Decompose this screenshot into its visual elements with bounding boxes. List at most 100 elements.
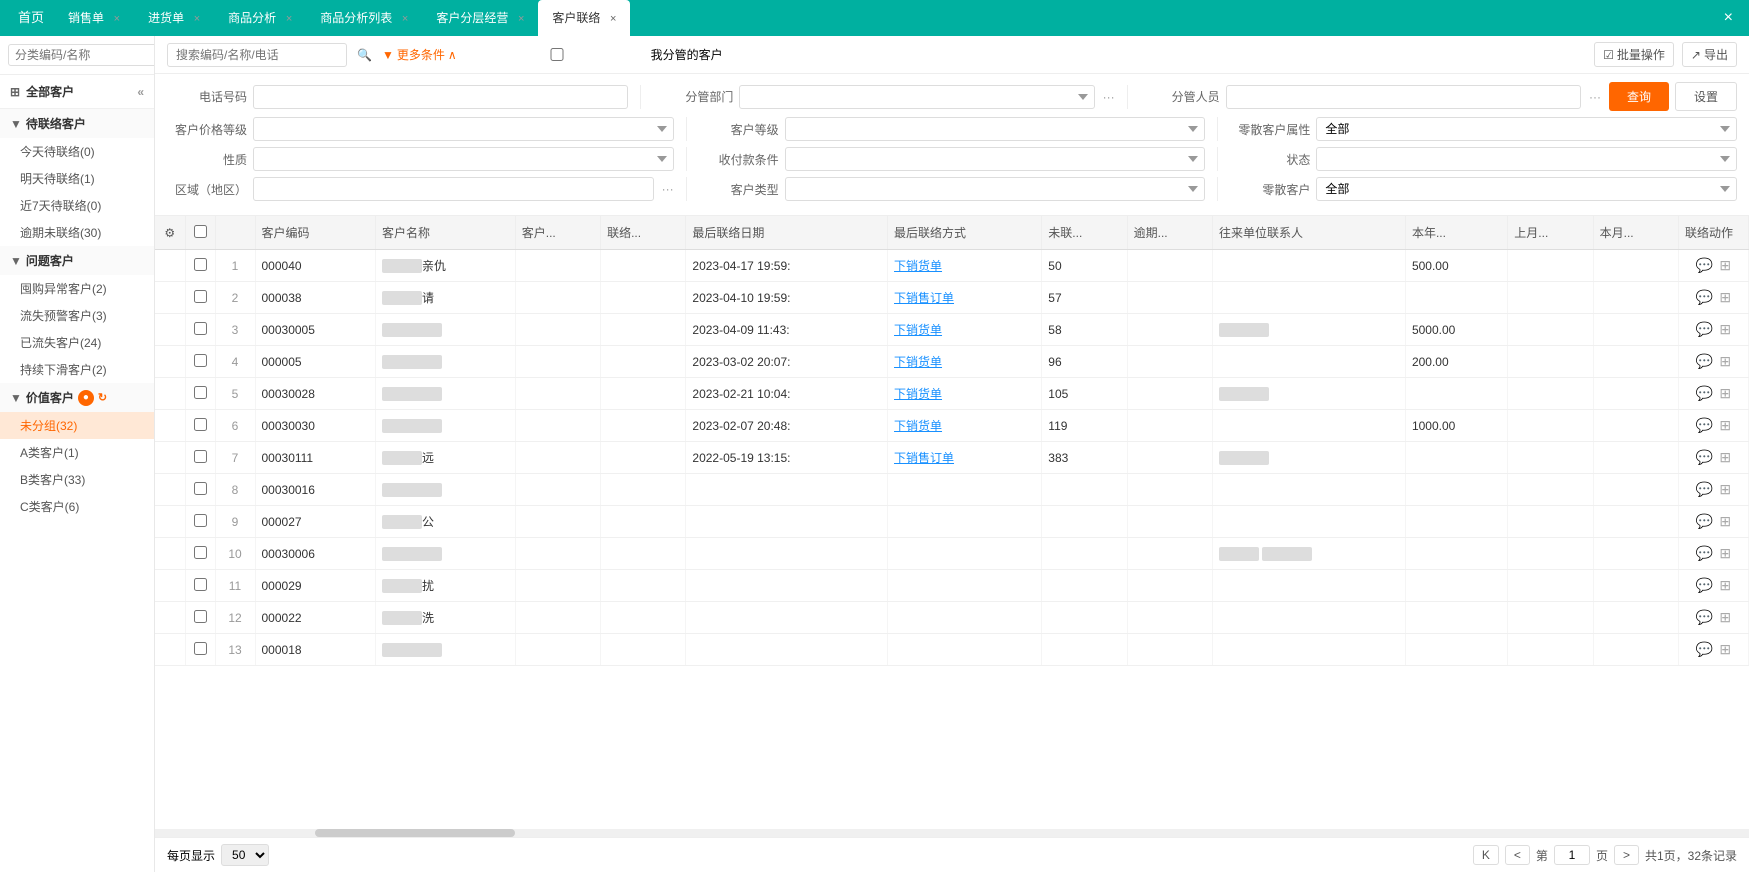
grid-action-icon[interactable]: ⊞ [1719,321,1731,338]
col-settings[interactable]: ⚙ [155,216,185,250]
tab-sales[interactable]: 销售单 × [54,0,134,36]
chat-icon[interactable]: 💬 [1696,577,1713,594]
grid-action-icon[interactable]: ⊞ [1719,289,1731,306]
sidebar-item-abnormal[interactable]: 囤购异常客户(2) [0,275,154,302]
horizontal-scrollbar[interactable] [155,829,1749,837]
cell-last-method[interactable]: 下销货单 [888,250,1042,282]
cell-checkbox[interactable] [185,410,215,442]
chat-icon[interactable]: 💬 [1696,353,1713,370]
grid-action-icon[interactable]: ⊞ [1719,545,1731,562]
price-level-select[interactable] [253,117,674,141]
chat-icon[interactable]: 💬 [1696,321,1713,338]
next-page-btn[interactable]: > [1614,845,1639,865]
chat-icon[interactable]: 💬 [1696,481,1713,498]
row-checkbox[interactable] [194,546,207,559]
sidebar-item-churned[interactable]: 已流失客户(24) [0,329,154,356]
filter-search-icon[interactable]: 🔍 [357,48,372,62]
customer-type-select[interactable] [785,177,1206,201]
dept-select[interactable] [739,85,1094,109]
tab-purchase-close[interactable]: × [194,13,200,25]
settings-icon[interactable]: ⚙ [164,226,175,240]
export-btn[interactable]: ↗ 导出 [1682,42,1737,67]
page-input[interactable] [1554,845,1590,865]
cell-checkbox[interactable] [185,602,215,634]
grid-action-icon[interactable]: ⊞ [1719,481,1731,498]
per-page-select[interactable]: 50 [221,844,269,866]
sidebar-item-7days[interactable]: 近7天待联络(0) [0,192,154,219]
grid-action-icon[interactable]: ⊞ [1719,641,1731,658]
dept-more-icon[interactable]: ··· [1103,90,1115,104]
manager-input[interactable] [1226,85,1581,109]
sidebar-all-customers[interactable]: ⊞ 全部客户 « [0,75,154,109]
grid-action-icon[interactable]: ⊞ [1719,609,1731,626]
sidebar-group-value[interactable]: ▼ 价值客户 ● ↻ [0,383,154,412]
sidebar-item-tomorrow[interactable]: 明天待联络(1) [0,165,154,192]
grid-action-icon[interactable]: ⊞ [1719,513,1731,530]
manager-more-icon[interactable]: ··· [1589,90,1601,104]
sidebar-item-churn-warning[interactable]: 流失预警客户(3) [0,302,154,329]
cell-last-method[interactable]: 下销售订单 [888,282,1042,314]
grid-action-icon[interactable]: ⊞ [1719,449,1731,466]
my-customers-checkbox[interactable]: 我分管的客户 [467,46,723,63]
row-checkbox[interactable] [194,578,207,591]
tab-product-analysis[interactable]: 商品分析 × [214,0,306,36]
region-input[interactable] [253,177,654,201]
cell-checkbox[interactable] [185,506,215,538]
tab-customer-contact[interactable]: 客户联络 × [538,0,630,36]
tab-customer-segment[interactable]: 客户分层经营 × [422,0,538,36]
cell-last-method[interactable]: 下销货单 [888,378,1042,410]
scatter-attr-select[interactable]: 全部 [1316,117,1737,141]
row-checkbox[interactable] [194,386,207,399]
scrollbar-thumb[interactable] [315,829,515,837]
phone-input[interactable] [253,85,628,109]
sidebar-item-class-c[interactable]: C类客户(6) [0,493,154,520]
cell-checkbox[interactable] [185,282,215,314]
chat-icon[interactable]: 💬 [1696,417,1713,434]
sidebar-item-overdue[interactable]: 逾期未联络(30) [0,219,154,246]
row-checkbox[interactable] [194,354,207,367]
tab-product-analysis-list-close[interactable]: × [402,13,408,25]
more-conditions-btn[interactable]: ▼ 更多条件 ∧ [382,46,457,63]
grid-action-icon[interactable]: ⊞ [1719,577,1731,594]
my-customers-check[interactable] [467,48,647,61]
tab-product-analysis-list[interactable]: 商品分析列表 × [306,0,422,36]
first-page-btn[interactable]: K [1473,845,1499,865]
batch-ops-btn[interactable]: ☑ 批量操作 [1594,42,1674,67]
sidebar-collapse-icon[interactable]: « [137,85,144,99]
cell-last-method[interactable] [888,474,1042,506]
chat-icon[interactable]: 💬 [1696,641,1713,658]
grid-action-icon[interactable]: ⊞ [1719,353,1731,370]
refresh-icon[interactable]: ↻ [98,391,107,404]
reset-button[interactable]: 设置 [1675,82,1737,111]
chat-icon[interactable]: 💬 [1696,289,1713,306]
row-checkbox[interactable] [194,450,207,463]
customer-level-select[interactable] [785,117,1206,141]
cell-last-method[interactable]: 下销售订单 [888,442,1042,474]
cell-last-method[interactable]: 下销货单 [888,346,1042,378]
row-checkbox[interactable] [194,642,207,655]
cell-last-method[interactable] [888,538,1042,570]
sidebar-item-ungrouped[interactable]: 未分组(32) [0,412,154,439]
sidebar-item-today[interactable]: 今天待联络(0) [0,138,154,165]
cell-checkbox[interactable] [185,250,215,282]
payment-select[interactable] [785,147,1206,171]
sidebar-item-class-a[interactable]: A类客户(1) [0,439,154,466]
grid-action-icon[interactable]: ⊞ [1719,385,1731,402]
row-checkbox[interactable] [194,610,207,623]
grid-action-icon[interactable]: ⊞ [1719,257,1731,274]
cell-last-method[interactable] [888,602,1042,634]
cell-checkbox[interactable] [185,474,215,506]
nav-home[interactable]: 首页 [8,0,54,36]
cell-checkbox[interactable] [185,570,215,602]
sidebar-search-input[interactable] [8,44,155,66]
row-checkbox[interactable] [194,258,207,271]
tab-sales-close[interactable]: × [114,13,120,25]
cell-checkbox[interactable] [185,346,215,378]
chat-icon[interactable]: 💬 [1696,385,1713,402]
scatter-customer-select[interactable]: 全部 [1316,177,1737,201]
cell-last-method[interactable] [888,570,1042,602]
cell-checkbox[interactable] [185,634,215,666]
window-close-icon[interactable]: × [1716,9,1741,27]
cell-last-method[interactable]: 下销货单 [888,410,1042,442]
tab-purchase[interactable]: 进货单 × [134,0,214,36]
